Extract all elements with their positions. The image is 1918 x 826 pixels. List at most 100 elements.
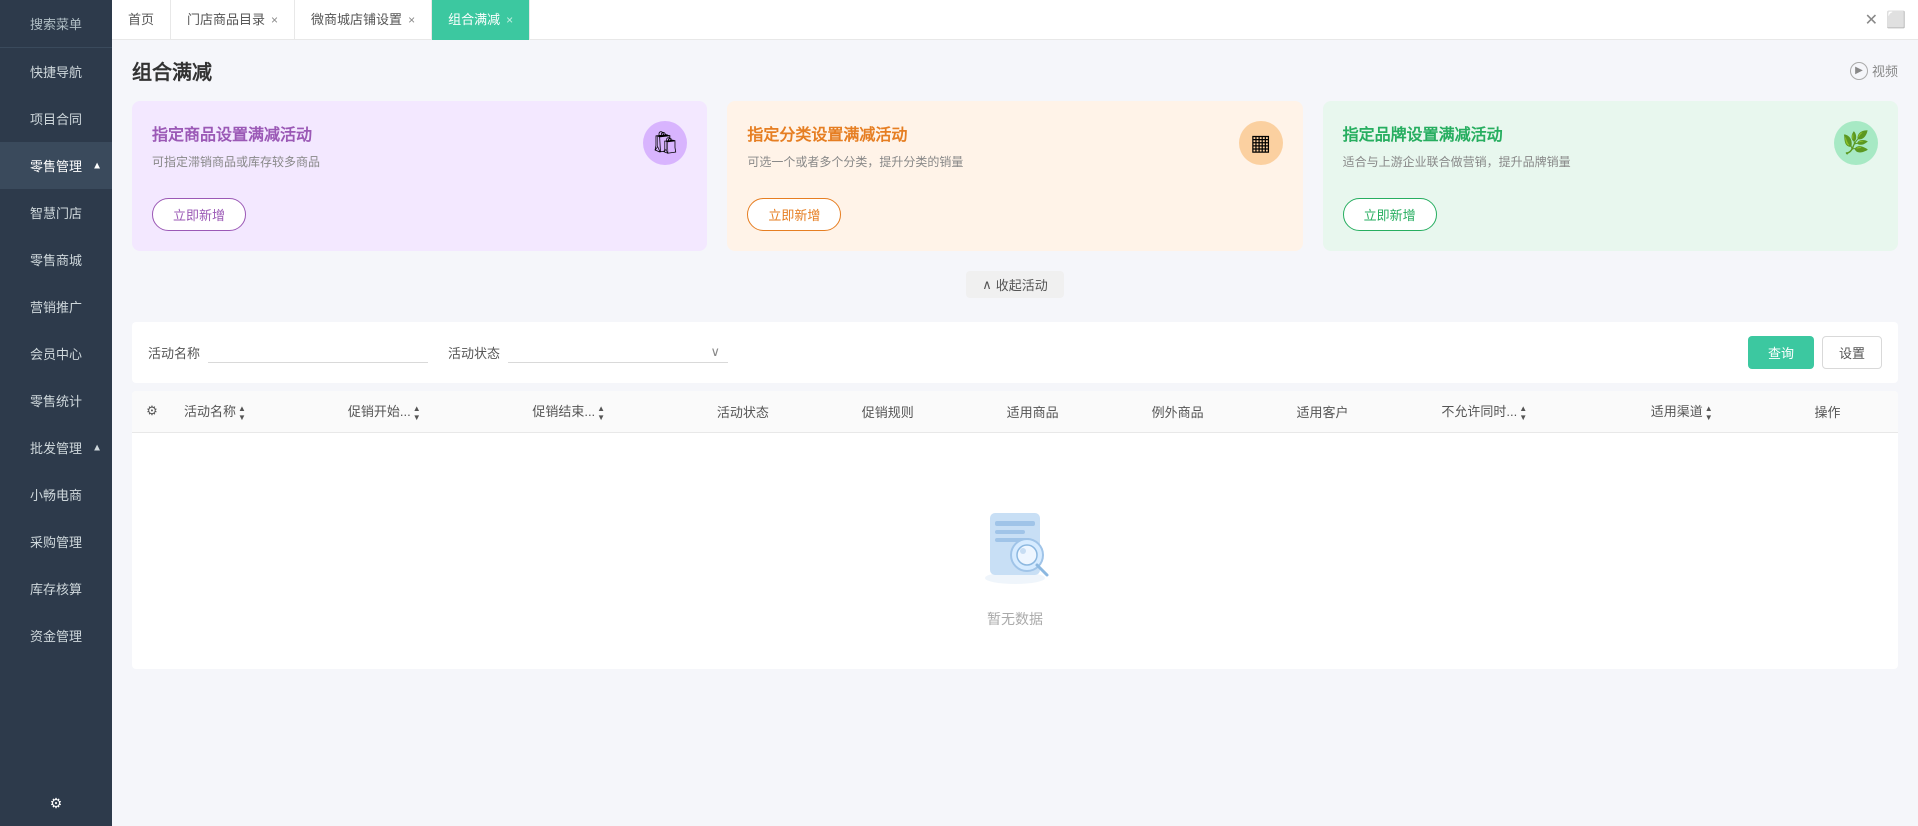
expand-arrow-icon: ▲ [92,442,102,453]
sort-icon-end: ▲▼ [597,404,605,422]
sidebar-item-label: 快捷导航 [30,62,82,81]
sidebar-item-purchase-mgmt[interactable]: 采购管理 [0,518,112,565]
sort-icon-name: ▲▼ [238,404,246,422]
card-btn-category-card[interactable]: 立即新增 [747,198,841,231]
settings-icon: ⚙ [50,795,63,811]
sidebar-item-smart-store[interactable]: 智慧门店 [0,189,112,236]
sidebar-item-label: 小畅电商 [30,485,82,504]
sidebar-item-label: 零售管理 [30,156,82,175]
chevron-down-icon: ∨ [711,344,721,360]
sidebar-item-quick-nav[interactable]: 快捷导航 [0,48,112,95]
maximize-window-button[interactable]: ⬜ [1886,10,1906,30]
sidebar-item-marketing[interactable]: 营销推广 [0,283,112,330]
filter-status: 活动状态 ∨ [448,342,728,363]
sort-icon-start: ▲▼ [413,404,421,422]
sort-icon-channel: ▲▼ [1705,404,1713,422]
activity-card-product-card: 🛍指定商品设置满减活动可指定滞销商品或库存较多商品立即新增 [132,101,707,251]
collapse-button[interactable]: ∧ 收起活动 [966,271,1064,298]
col-goods: 适用商品 [995,391,1140,432]
sidebar-item-label: 零售商城 [30,250,82,269]
chevron-up-icon: ∧ [982,277,992,293]
tab-label: 微商城店铺设置 [311,0,402,40]
card-btn-product-card[interactable]: 立即新增 [152,198,246,231]
filter-name: 活动名称 [148,343,428,363]
sidebar-item-retail-mgmt[interactable]: 零售管理 ▲ [0,142,112,189]
col-end[interactable]: 促销结束...▲▼ [520,391,704,432]
sidebar-item-wholesale-mgmt[interactable]: 批发管理 ▲ [0,424,112,471]
collapse-bar: ∧ 收起活动 [132,263,1898,306]
sidebar-item-label: 项目合同 [30,109,82,128]
card-desc-brand-card: 适合与上游企业联合做营销，提升品牌销量 [1343,153,1878,182]
card-btn-brand-card[interactable]: 立即新增 [1343,198,1437,231]
main-area: 首页门店商品目录×微商城店铺设置×组合满减× ✕ ⬜ 组合满减 ▶ 视频 🛍指定… [112,0,1918,826]
video-link[interactable]: ▶ 视频 [1850,61,1898,80]
col-except: 例外商品 [1140,391,1285,432]
card-icon-product-card: 🛍 [643,121,687,165]
sidebar-item-mini-ecommerce[interactable]: 小畅电商 [0,471,112,518]
sidebar-search[interactable]: 搜索菜单 [0,0,112,48]
sidebar-item-label: 会员中心 [30,344,82,363]
col-not-allow[interactable]: 不允许同时...▲▼ [1429,391,1638,432]
activity-table: ⚙ 活动名称▲▼促销开始...▲▼促销结束...▲▼活动状态促销规则适用商品例外商… [132,391,1898,433]
activity-name-input[interactable] [208,343,428,363]
sidebar-item-retail-mall[interactable]: 零售商城 [0,236,112,283]
tab-label: 门店商品目录 [187,0,265,40]
col-channel[interactable]: 适用渠道▲▼ [1639,391,1803,432]
setting-button[interactable]: 设置 [1822,336,1882,369]
tab-close-icon[interactable]: × [271,0,278,40]
sidebar-item-retail-stats[interactable]: 零售统计 [0,377,112,424]
tab-wechat-shop[interactable]: 微商城店铺设置× [295,0,432,40]
tab-label: 首页 [128,0,154,40]
filter-actions: 查询 设置 [1748,336,1882,369]
sidebar-item-label: 资金管理 [30,626,82,645]
col-status: 活动状态 [705,391,850,432]
activity-status-select[interactable]: ∨ [508,342,728,363]
video-link-label: 视频 [1872,61,1898,80]
sidebar: 搜索菜单 快捷导航项目合同零售管理 ▲ 智慧门店零售商城营销推广会员中心零售统计批发… [0,0,112,826]
card-desc-category-card: 可选一个或者多个分类，提升分类的销量 [747,153,1282,182]
sidebar-item-label: 库存核算 [30,579,82,598]
tab-home[interactable]: 首页 [112,0,171,40]
close-window-button[interactable]: ✕ [1865,10,1878,30]
filter-bar: 活动名称 活动状态 ∨ 查询 设置 [132,322,1898,383]
card-title-brand-card: 指定品牌设置满减活动 [1343,121,1878,145]
tab-close-icon[interactable]: × [506,0,513,40]
page-title: 组合满减 [132,56,212,85]
tab-actions: ✕ ⬜ [1853,10,1918,30]
tabbar: 首页门店商品目录×微商城店铺设置×组合满减× ✕ ⬜ [112,0,1918,40]
sidebar-item-member-center[interactable]: 会员中心 [0,330,112,377]
page-content: 组合满减 ▶ 视频 🛍指定商品设置满减活动可指定滞销商品或库存较多商品立即新增▦… [112,40,1918,826]
sidebar-item-inventory[interactable]: 库存核算 [0,565,112,612]
sidebar-item-label: 批发管理 [30,438,82,457]
collapse-label: 收起活动 [996,275,1048,294]
page-header: 组合满减 ▶ 视频 [132,56,1898,85]
sort-icon-not-allow: ▲▼ [1519,404,1527,422]
col-start[interactable]: 促销开始...▲▼ [336,391,520,432]
tab-store-catalog[interactable]: 门店商品目录× [171,0,295,40]
filter-status-label: 活动状态 [448,343,500,362]
sidebar-item-label: 零售统计 [30,391,82,410]
col-settings: ⚙ [132,391,172,432]
sidebar-item-project-contract[interactable]: 项目合同 [0,95,112,142]
settings-col-icon[interactable]: ⚙ [146,403,158,418]
tab-combo-discount[interactable]: 组合满减× [432,0,530,40]
expand-arrow-icon: ▲ [92,160,102,171]
empty-text: 暂无数据 [132,609,1898,629]
card-icon-category-card: ▦ [1239,121,1283,165]
empty-illustration [965,493,1065,593]
sidebar-item-finance[interactable]: 资金管理 [0,612,112,659]
col-name[interactable]: 活动名称▲▼ [172,391,336,432]
empty-state: 暂无数据 [132,433,1898,669]
play-circle-icon: ▶ [1850,62,1868,80]
tab-close-icon[interactable]: × [408,0,415,40]
sidebar-item-label: 采购管理 [30,532,82,551]
sidebar-item-label: 营销推广 [30,297,82,316]
query-button[interactable]: 查询 [1748,336,1814,369]
col-actions: 操作 [1803,391,1898,432]
card-title-category-card: 指定分类设置满减活动 [747,121,1282,145]
activity-card-category-card: ▦指定分类设置满减活动可选一个或者多个分类，提升分类的销量立即新增 [727,101,1302,251]
card-title-product-card: 指定商品设置满减活动 [152,121,687,145]
sidebar-item-label: 智慧门店 [30,203,82,222]
col-rule: 促销规则 [850,391,995,432]
sidebar-settings[interactable]: ⚙ [0,781,112,826]
